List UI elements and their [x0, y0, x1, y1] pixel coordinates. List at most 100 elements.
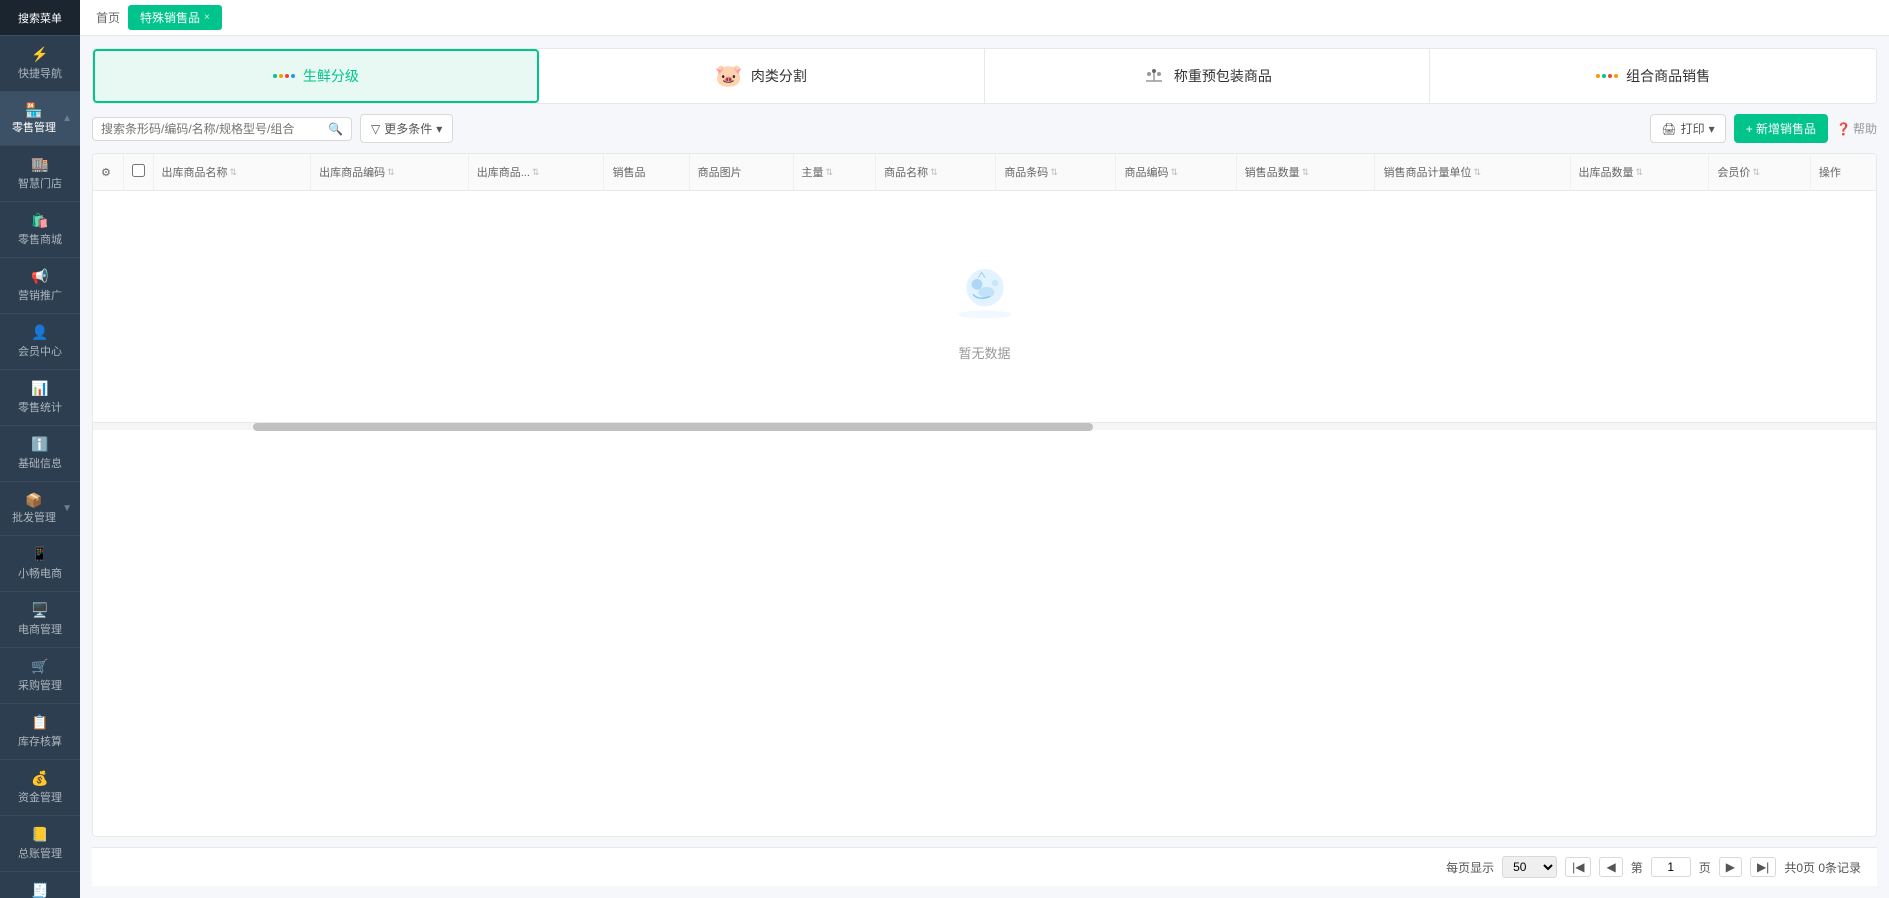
page-input[interactable] — [1651, 857, 1691, 877]
sort-icon: ⇅ — [1636, 167, 1644, 178]
per-page-label: 每页显示 — [1446, 859, 1494, 876]
search-input[interactable] — [101, 122, 324, 136]
search-box[interactable]: 🔍 — [92, 117, 352, 141]
th-checkbox[interactable] — [123, 154, 153, 191]
sidebar-item-retail-stats[interactable]: 📊 零售统计 — [0, 370, 80, 426]
lightning-icon: ⚡ — [31, 46, 48, 63]
th-member-price[interactable]: 会员价 ⇅ — [1709, 154, 1810, 191]
toolbar: 🔍 ▽ 更多条件 ▾ 🖨 打印 ▾ + 新增销售品 ❓ — [92, 114, 1877, 143]
th-settings[interactable]: ⚙ — [93, 154, 123, 191]
sort-icon: ⇅ — [387, 167, 395, 178]
th-prod-image[interactable]: 商品图片 — [689, 154, 793, 191]
sidebar-item-general-ledger[interactable]: 📒 总账管理 — [0, 816, 80, 872]
tab-label: 特殊销售品 — [140, 9, 200, 26]
printer-icon: 🖨 — [1661, 122, 1676, 136]
meat-split-label: 肉类分割 — [751, 66, 807, 86]
weight-prepack-label: 称重预包装商品 — [1174, 66, 1272, 86]
sidebar-item-retail-mgmt[interactable]: 🏪 零售管理 ▲ — [0, 92, 80, 146]
th-weight[interactable]: 主量 ⇅ — [793, 154, 876, 191]
combo-icon — [1596, 74, 1618, 78]
chart-icon: 📊 — [31, 380, 48, 397]
sidebar-item-label: 电商管理 — [18, 621, 62, 637]
th-out-qty[interactable]: 出库品数量 ⇅ — [1570, 154, 1709, 191]
mobile-icon: 📱 — [31, 546, 48, 563]
sidebar-item-mini-ecom[interactable]: 📱 小畅电商 — [0, 536, 80, 592]
sidebar-item-label: 批发管理 — [12, 509, 56, 525]
sidebar-item-wholesale[interactable]: 📦 批发管理 ▼ — [0, 482, 80, 536]
sidebar-item-label: 智慧门店 — [18, 175, 62, 191]
th-sale-unit[interactable]: 销售商品计量单位 ⇅ — [1375, 154, 1570, 191]
sidebar-item-sales-promo[interactable]: 📢 营销推广 — [0, 258, 80, 314]
empty-state: 暂无数据 — [93, 191, 1876, 422]
cat-tab-combo-sales[interactable]: 组合商品销售 — [1430, 49, 1876, 103]
th-prod-barcode[interactable]: 商品条码 ⇅ — [996, 154, 1116, 191]
sidebar-logo[interactable]: 搜索菜单 — [0, 0, 80, 36]
active-tab[interactable]: 特殊销售品 × — [128, 5, 222, 30]
sidebar-item-invoice[interactable]: 🧾 发票管理 — [0, 872, 80, 898]
cat-tab-fresh-grade[interactable]: 生鲜分级 — [93, 49, 539, 103]
th-prod-code[interactable]: 商品编码 ⇅ — [1116, 154, 1236, 191]
th-out-prod-code[interactable]: 出库商品编码 ⇅ — [311, 154, 469, 191]
filter-arrow-icon: ▾ — [436, 122, 442, 136]
help-button[interactable]: ❓ 帮助 — [1836, 120, 1877, 137]
sidebar-item-finance[interactable]: 💰 资金管理 — [0, 760, 80, 816]
sidebar-item-basic-info[interactable]: ℹ️ 基础信息 — [0, 426, 80, 482]
page-label-pre: 第 — [1631, 859, 1643, 876]
cat-tab-meat-split[interactable]: 🐷 肉类分割 — [539, 49, 985, 103]
first-page-button[interactable]: |◀ — [1565, 857, 1591, 877]
topbar: 首页 特殊销售品 × — [80, 0, 1889, 36]
th-prod-name[interactable]: 商品名称 ⇅ — [876, 154, 996, 191]
sidebar-item-inventory[interactable]: 📋 库存核算 — [0, 704, 80, 760]
scale-icon — [1142, 64, 1166, 88]
sidebar-item-purchase[interactable]: 🛒 采购管理 — [0, 648, 80, 704]
building-icon: 🏬 — [31, 156, 48, 173]
scrollbar-thumb[interactable] — [253, 423, 1093, 431]
sidebar-item-retail-mall[interactable]: 🛍️ 零售商城 — [0, 202, 80, 258]
sidebar-item-ecom-mgmt[interactable]: 🖥️ 电商管理 — [0, 592, 80, 648]
user-icon: 👤 — [31, 324, 48, 341]
th-sale-prod[interactable]: 销售品 — [604, 154, 689, 191]
filter-button[interactable]: ▽ 更多条件 ▾ — [360, 114, 453, 143]
sidebar-item-quick-nav[interactable]: ⚡ 快捷导航 — [0, 36, 80, 92]
select-all-checkbox[interactable] — [132, 164, 145, 177]
sort-icon: ⇅ — [1473, 167, 1481, 178]
page-label-post: 页 — [1699, 859, 1711, 876]
data-table: ⚙ 出库商品名称 ⇅ 出库商 — [93, 154, 1876, 422]
sort-icon: ⇅ — [1302, 167, 1310, 178]
sidebar-item-label: 会员中心 — [18, 343, 62, 359]
search-icon[interactable]: 🔍 — [328, 122, 343, 136]
combo-sales-label: 组合商品销售 — [1626, 66, 1710, 86]
sidebar-item-member[interactable]: 👤 会员中心 — [0, 314, 80, 370]
filter-label: 更多条件 — [384, 120, 432, 137]
empty-illustration — [945, 251, 1025, 331]
prev-page-button[interactable]: ◀ — [1599, 857, 1622, 877]
close-tab-button[interactable]: × — [204, 12, 210, 23]
sidebar-item-label: 营销推广 — [18, 287, 62, 303]
settings-col-icon: ⚙ — [101, 167, 111, 179]
last-page-button[interactable]: ▶| — [1750, 857, 1776, 877]
sidebar-item-label: 基础信息 — [18, 455, 62, 471]
th-sale-qty[interactable]: 销售品数量 ⇅ — [1236, 154, 1375, 191]
next-page-button[interactable]: ▶ — [1719, 857, 1742, 877]
horizontal-scrollbar[interactable] — [93, 422, 1876, 430]
question-icon: ❓ — [1836, 122, 1851, 136]
sort-icon: ⇅ — [532, 167, 540, 178]
sidebar-item-label: 采购管理 — [18, 677, 62, 693]
cat-tab-weight-prepack[interactable]: 称重预包装商品 — [985, 49, 1431, 103]
chevron-down-icon: ▼ — [62, 503, 72, 514]
per-page-select[interactable]: 50 20 100 — [1502, 856, 1557, 878]
th-out-prod-short[interactable]: 出库商品... ⇅ — [468, 154, 604, 191]
print-button[interactable]: 🖨 打印 ▾ — [1650, 114, 1725, 143]
toolbar-left: 🔍 ▽ 更多条件 ▾ — [92, 114, 453, 143]
home-breadcrumb[interactable]: 首页 — [96, 9, 120, 26]
th-out-prod-name[interactable]: 出库商品名称 ⇅ — [153, 154, 311, 191]
sort-icon: ⇅ — [1170, 167, 1178, 178]
sidebar-item-label: 小畅电商 — [18, 565, 62, 581]
sidebar-item-smart-store[interactable]: 🏬 智慧门店 — [0, 146, 80, 202]
sidebar-item-label: 总账管理 — [18, 845, 62, 861]
add-product-button[interactable]: + 新增销售品 — [1734, 114, 1828, 143]
pig-icon: 🐷 — [715, 63, 742, 89]
sidebar-item-label: 资金管理 — [18, 789, 62, 805]
store-icon: 🏪 — [25, 102, 42, 119]
chevron-icon: ▲ — [62, 113, 72, 124]
